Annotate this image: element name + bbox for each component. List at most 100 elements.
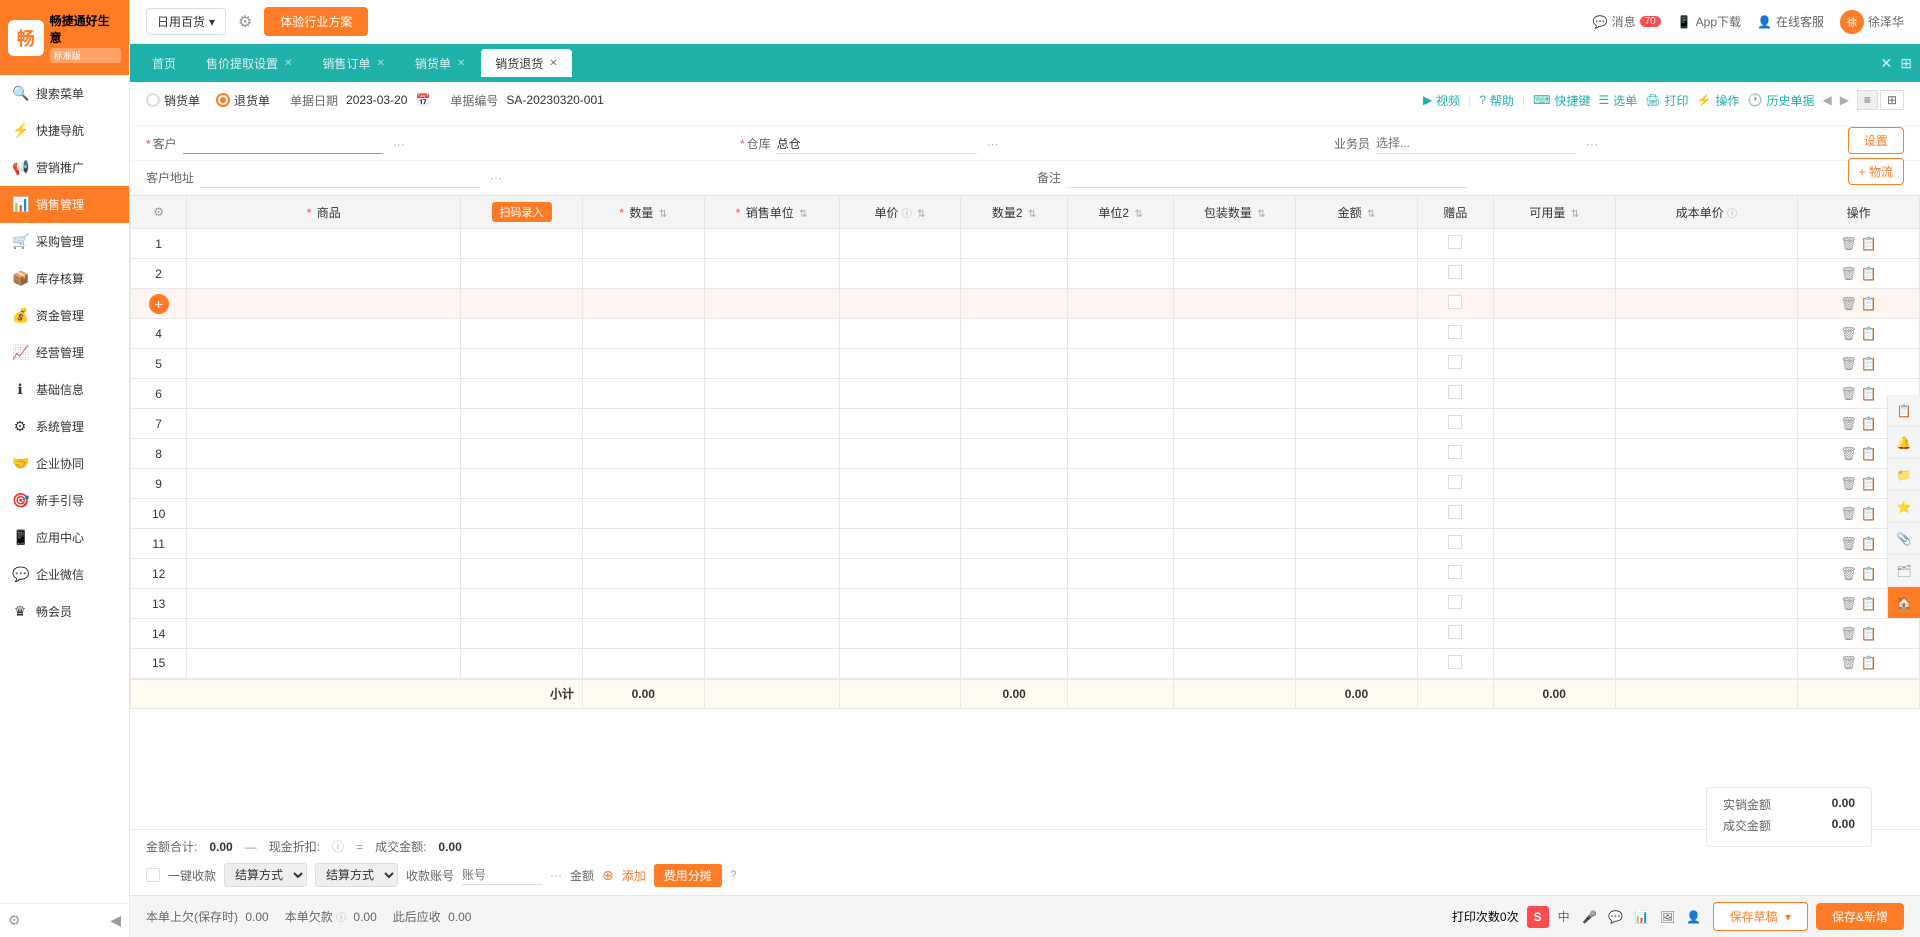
unit2-sort-icon[interactable]: ⇅: [1134, 209, 1142, 220]
cell-unit2-15[interactable]: [1067, 649, 1174, 679]
gift-checkbox-8[interactable]: [1448, 445, 1462, 459]
cell-available-11[interactable]: [1493, 529, 1615, 559]
cell-cost-13[interactable]: [1615, 589, 1798, 619]
cell-qty-10[interactable]: [582, 499, 704, 529]
cell-qty2-15[interactable]: [961, 649, 1068, 679]
tab-close-sales-return[interactable]: ✕: [549, 58, 557, 69]
cell-price-15[interactable]: [839, 649, 961, 679]
unit-sort-icon[interactable]: ⇅: [799, 209, 807, 220]
cell-pack-6[interactable]: [1174, 379, 1296, 409]
tab-close-sales-order[interactable]: ✕: [376, 58, 384, 69]
cell-price-13[interactable]: [839, 589, 961, 619]
delete-row-btn-7[interactable]: 🗑: [1840, 416, 1857, 432]
toolbar-select[interactable]: ☰ 选单: [1598, 92, 1637, 109]
cell-product-10[interactable]: [187, 499, 461, 529]
cell-amount-8[interactable]: [1296, 439, 1418, 469]
sidebar-item-sales[interactable]: 📊 销售管理: [0, 186, 129, 223]
cell-qty2-3[interactable]: [961, 289, 1068, 319]
copy-row-btn-11[interactable]: 📋: [1861, 536, 1877, 552]
cell-available-1[interactable]: [1493, 229, 1615, 259]
gift-checkbox-5[interactable]: [1448, 355, 1462, 369]
fee-allocation-btn[interactable]: 费用分摊: [654, 864, 722, 887]
sidebar-item-base-info[interactable]: ℹ 基础信息: [0, 371, 129, 408]
cell-unit2-6[interactable]: [1067, 379, 1174, 409]
right-btn-home[interactable]: 🏠: [1888, 587, 1920, 619]
cell-qty-4[interactable]: [582, 319, 704, 349]
cell-product-6[interactable]: [187, 379, 461, 409]
copy-row-btn-15[interactable]: 📋: [1861, 655, 1877, 671]
cell-price-10[interactable]: [839, 499, 961, 529]
gift-checkbox-3[interactable]: [1448, 295, 1462, 309]
status-icon-img[interactable]: 🖼: [1657, 906, 1679, 928]
close-tab-icon[interactable]: ✕: [1881, 55, 1893, 72]
cell-gift-15[interactable]: [1417, 649, 1493, 679]
delete-row-btn-3[interactable]: 🗑: [1840, 296, 1857, 312]
cell-amount-4[interactable]: [1296, 319, 1418, 349]
cell-cost-11[interactable]: [1615, 529, 1798, 559]
cell-unit2-12[interactable]: [1067, 559, 1174, 589]
maximize-icon[interactable]: ⊞: [1900, 55, 1912, 72]
cell-unit-6[interactable]: [704, 379, 839, 409]
delete-row-btn-5[interactable]: 🗑: [1840, 356, 1857, 372]
cell-qty-7[interactable]: [582, 409, 704, 439]
copy-row-btn-6[interactable]: 📋: [1861, 386, 1877, 402]
toolbar-operate[interactable]: ⚡ 操作: [1697, 92, 1740, 109]
cell-unit2-10[interactable]: [1067, 499, 1174, 529]
cell-pack-14[interactable]: [1174, 619, 1296, 649]
user-profile[interactable]: 徐 徐泽华: [1840, 10, 1904, 34]
cell-qty-9[interactable]: [582, 469, 704, 499]
toolbar-print[interactable]: 🖨 打印: [1645, 92, 1688, 109]
gift-checkbox-1[interactable]: [1448, 235, 1462, 249]
cell-unit2-8[interactable]: [1067, 439, 1174, 469]
cell-unit-13[interactable]: [704, 589, 839, 619]
add-payment-btn[interactable]: 添加: [622, 867, 646, 884]
settings-footer-icon[interactable]: ⚙: [8, 912, 21, 929]
cell-unit2-9[interactable]: [1067, 469, 1174, 499]
delete-row-btn-13[interactable]: 🗑: [1840, 596, 1857, 612]
tab-home[interactable]: 首页: [138, 49, 190, 77]
cell-unit2-11[interactable]: [1067, 529, 1174, 559]
view-table-btn[interactable]: ≡: [1857, 90, 1878, 110]
cell-gift-4[interactable]: [1417, 319, 1493, 349]
right-btn-star[interactable]: ⭐: [1888, 491, 1920, 523]
calendar-icon[interactable]: 📅: [415, 93, 430, 107]
cell-available-5[interactable]: [1493, 349, 1615, 379]
cell-price-4[interactable]: [839, 319, 961, 349]
cell-pack-11[interactable]: [1174, 529, 1296, 559]
cell-pack-12[interactable]: [1174, 559, 1296, 589]
cell-pack-10[interactable]: [1174, 499, 1296, 529]
copy-row-btn-14[interactable]: 📋: [1861, 626, 1877, 642]
sales-input[interactable]: [1376, 133, 1576, 154]
tab-price-extract[interactable]: 售价提取设置 ✕: [192, 49, 306, 77]
cell-qty2-4[interactable]: [961, 319, 1068, 349]
cell-pack-13[interactable]: [1174, 589, 1296, 619]
cell-unit2-7[interactable]: [1067, 409, 1174, 439]
settings-side-btn[interactable]: 设置: [1848, 127, 1904, 154]
cell-qty2-10[interactable]: [961, 499, 1068, 529]
gift-checkbox-9[interactable]: [1448, 475, 1462, 489]
cell-available-15[interactable]: [1493, 649, 1615, 679]
warehouse-more-icon[interactable]: ···: [987, 137, 999, 151]
copy-row-btn-4[interactable]: 📋: [1861, 326, 1877, 342]
cell-price-12[interactable]: [839, 559, 961, 589]
cell-amount-9[interactable]: [1296, 469, 1418, 499]
try-industry-button[interactable]: 体验行业方案: [264, 7, 368, 36]
cell-qty-1[interactable]: [582, 229, 704, 259]
sales-more-icon[interactable]: ···: [1586, 137, 1598, 151]
scan-input-btn[interactable]: 扫码录入: [492, 202, 552, 222]
customer-more-icon[interactable]: ···: [393, 137, 405, 151]
cell-gift-11[interactable]: [1417, 529, 1493, 559]
cell-unit-9[interactable]: [704, 469, 839, 499]
cell-available-13[interactable]: [1493, 589, 1615, 619]
sidebar-item-guide[interactable]: 🎯 新手引导: [0, 482, 129, 519]
cell-amount-5[interactable]: [1296, 349, 1418, 379]
cell-price-11[interactable]: [839, 529, 961, 559]
amount-sort-icon[interactable]: ⇅: [1367, 209, 1375, 220]
cell-amount-14[interactable]: [1296, 619, 1418, 649]
cell-cost-5[interactable]: [1615, 349, 1798, 379]
cell-gift-5[interactable]: [1417, 349, 1493, 379]
tab-close-price-extract[interactable]: ✕: [284, 58, 292, 69]
cell-product-7[interactable]: [187, 409, 461, 439]
cell-cost-6[interactable]: [1615, 379, 1798, 409]
cell-unit-4[interactable]: [704, 319, 839, 349]
